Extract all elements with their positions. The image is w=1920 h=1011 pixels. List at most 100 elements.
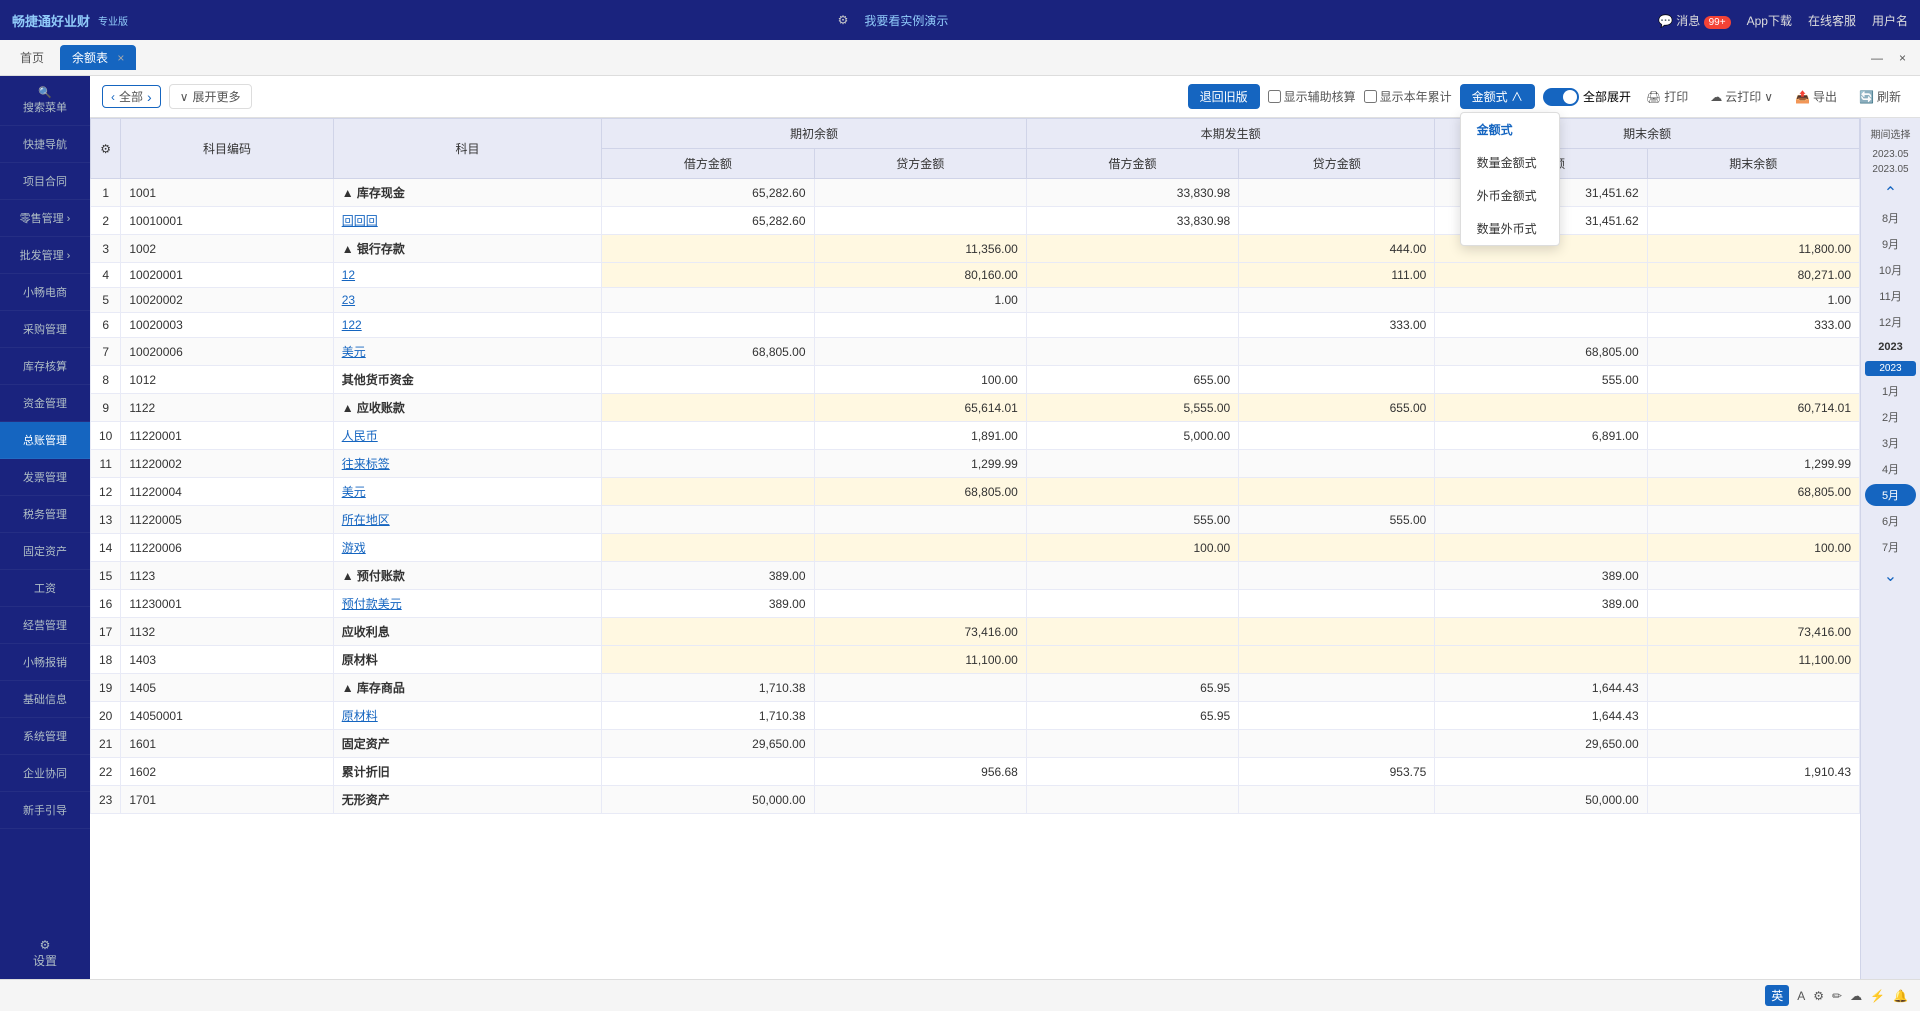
- sidebar-item-system[interactable]: 系统管理: [0, 718, 90, 755]
- row-name[interactable]: 原材料: [333, 646, 602, 674]
- table-row[interactable]: 19 1405 ▲ 库存商品 1,710.38 65.95 1,644.43: [91, 674, 1860, 702]
- print-button[interactable]: 🖨 打印: [1639, 84, 1695, 109]
- month-jun[interactable]: 6月: [1865, 510, 1916, 532]
- expand-more-button[interactable]: ∨ 展开更多: [169, 84, 252, 109]
- row-name[interactable]: ▲ 库存现金: [333, 179, 602, 207]
- sidebar-item-ledger[interactable]: 总账管理: [0, 422, 90, 459]
- sidebar-item-invoice[interactable]: 发票管理: [0, 459, 90, 496]
- row-name[interactable]: 无形资产: [333, 786, 602, 814]
- row-name[interactable]: 人民币: [333, 422, 602, 450]
- app-download-link[interactable]: App下载: [1747, 12, 1792, 29]
- bottom-icon-bell[interactable]: 🔔: [1893, 989, 1908, 1003]
- row-name[interactable]: 游戏: [333, 534, 602, 562]
- bottom-icon-edit[interactable]: ✏: [1832, 989, 1842, 1003]
- bottom-icon-settings[interactable]: ⚙: [1813, 989, 1824, 1003]
- search-forward-icon[interactable]: ›: [147, 89, 152, 105]
- row-name[interactable]: 累计折旧: [333, 758, 602, 786]
- sidebar-item-ecommerce[interactable]: 小畅电商: [0, 274, 90, 311]
- row-name[interactable]: ▲ 应收账款: [333, 394, 602, 422]
- table-row[interactable]: 20 14050001 原材料 1,710.38 65.95 1,644.43: [91, 702, 1860, 730]
- sidebar-item-funds[interactable]: 资金管理: [0, 385, 90, 422]
- sidebar-item-quicknav[interactable]: 快捷导航: [0, 126, 90, 163]
- sidebar-item-fixed-assets[interactable]: 固定资产: [0, 533, 90, 570]
- refresh-button[interactable]: 🔄 刷新: [1852, 84, 1908, 109]
- show-aux-checkbox[interactable]: 显示辅助核算: [1268, 88, 1356, 105]
- table-row[interactable]: 22 1602 累计折旧 956.68 953.75 1,910.43: [91, 758, 1860, 786]
- sidebar-item-payroll[interactable]: 工资: [0, 570, 90, 607]
- table-row[interactable]: 23 1701 无形资产 50,000.00 50,000.00: [91, 786, 1860, 814]
- bottom-icon-en[interactable]: 英: [1765, 985, 1789, 1006]
- table-row[interactable]: 16 11230001 预付款美元 389.00 389.00: [91, 590, 1860, 618]
- month-sep[interactable]: 9月: [1865, 233, 1916, 255]
- amount-style-button[interactable]: 金额式 ∧: [1460, 84, 1535, 109]
- sidebar-item-basic[interactable]: 基础信息: [0, 681, 90, 718]
- row-name[interactable]: 往来标签: [333, 450, 602, 478]
- table-row[interactable]: 2 10010001 回回回 65,282.60 33,830.98 31,45…: [91, 207, 1860, 235]
- demo-link[interactable]: 我要看实例演示: [864, 12, 948, 29]
- table-row[interactable]: 11 11220002 往来标签 1,299.99 1,299.99: [91, 450, 1860, 478]
- dropdown-item-qty-amount[interactable]: 数量金额式: [1461, 146, 1559, 179]
- table-row[interactable]: 17 1132 应收利息 73,416.00 73,416.00: [91, 618, 1860, 646]
- table-row[interactable]: 5 10020002 23 1.00 1.00: [91, 288, 1860, 313]
- table-row[interactable]: 9 1122 ▲ 应收账款 65,614.01 5,555.00 655.00 …: [91, 394, 1860, 422]
- show-year-total-checkbox[interactable]: 显示本年累计: [1364, 88, 1452, 105]
- dropdown-item-qty-foreign[interactable]: 数量外币式: [1461, 212, 1559, 245]
- table-row[interactable]: 21 1601 固定资产 29,650.00 29,650.00: [91, 730, 1860, 758]
- settings-icon[interactable]: ⚙: [838, 13, 849, 27]
- month-apr[interactable]: 4月: [1865, 458, 1916, 480]
- table-row[interactable]: 7 10020006 美元 68,805.00 68,805.00: [91, 338, 1860, 366]
- month-jul[interactable]: 7月: [1865, 536, 1916, 558]
- dropdown-item-foreign-amount[interactable]: 外币金额式: [1461, 179, 1559, 212]
- table-row[interactable]: 18 1403 原材料 11,100.00 11,100.00: [91, 646, 1860, 674]
- search-back-icon[interactable]: ‹: [111, 90, 115, 104]
- window-close-button[interactable]: ×: [1893, 49, 1912, 67]
- bottom-icon-bolt[interactable]: ⚡: [1870, 989, 1885, 1003]
- table-row[interactable]: 3 1002 ▲ 银行存款 11,356.00 444.00 11,800.00: [91, 235, 1860, 263]
- sidebar-item-operations[interactable]: 经营管理: [0, 607, 90, 644]
- month-jan[interactable]: 1月: [1865, 380, 1916, 402]
- row-name[interactable]: ▲ 库存商品: [333, 674, 602, 702]
- bottom-icon-cloud[interactable]: ☁: [1850, 989, 1862, 1003]
- month-dec[interactable]: 12月: [1865, 311, 1916, 333]
- sidebar-item-wholesale[interactable]: 批发管理 ›: [0, 237, 90, 274]
- show-year-input[interactable]: [1364, 90, 1377, 103]
- row-name[interactable]: 美元: [333, 338, 602, 366]
- sidebar-item-retail[interactable]: 零售管理 ›: [0, 200, 90, 237]
- table-row[interactable]: 4 10020001 12 80,160.00 111.00 80,271.00: [91, 263, 1860, 288]
- table-row[interactable]: 1 1001 ▲ 库存现金 65,282.60 33,830.98 31,451…: [91, 179, 1860, 207]
- month-mar[interactable]: 3月: [1865, 432, 1916, 454]
- month-aug[interactable]: 8月: [1865, 207, 1916, 229]
- table-row[interactable]: 8 1012 其他货币资金 100.00 655.00 555.00: [91, 366, 1860, 394]
- row-name[interactable]: 12: [333, 263, 602, 288]
- dropdown-item-amount[interactable]: 金额式: [1461, 113, 1559, 146]
- row-name[interactable]: 应收利息: [333, 618, 602, 646]
- table-row[interactable]: 10 11220001 人民币 1,891.00 5,000.00 6,891.…: [91, 422, 1860, 450]
- row-name[interactable]: 美元: [333, 478, 602, 506]
- tab-balance[interactable]: 余额表 ×: [60, 45, 136, 70]
- month-feb[interactable]: 2月: [1865, 406, 1916, 428]
- toggle-all-switch[interactable]: [1543, 88, 1579, 106]
- sidebar-item-search[interactable]: 🔍搜索菜单: [0, 76, 90, 126]
- username-label[interactable]: 用户名: [1872, 12, 1908, 29]
- row-name[interactable]: 122: [333, 313, 602, 338]
- row-name[interactable]: 预付款美元: [333, 590, 602, 618]
- sidebar-settings[interactable]: ⚙设置: [0, 928, 90, 979]
- scroll-up-icon[interactable]: ⌃: [1884, 183, 1897, 203]
- table-row[interactable]: 14 11220006 游戏 100.00 100.00: [91, 534, 1860, 562]
- sidebar-item-guide[interactable]: 新手引导: [0, 792, 90, 829]
- table-row[interactable]: 12 11220004 美元 68,805.00 68,805.00: [91, 478, 1860, 506]
- row-name[interactable]: 回回回: [333, 207, 602, 235]
- row-name[interactable]: 23: [333, 288, 602, 313]
- month-oct[interactable]: 10月: [1865, 259, 1916, 281]
- table-row[interactable]: 15 1123 ▲ 预付账款 389.00 389.00: [91, 562, 1860, 590]
- return-old-version-button[interactable]: 退回旧版: [1188, 84, 1260, 109]
- sidebar-item-collab[interactable]: 企业协同: [0, 755, 90, 792]
- month-may[interactable]: 5月: [1865, 484, 1916, 506]
- sidebar-item-expense[interactable]: 小畅报销: [0, 644, 90, 681]
- row-name[interactable]: 其他货币资金: [333, 366, 602, 394]
- row-name[interactable]: 原材料: [333, 702, 602, 730]
- cloud-print-button[interactable]: ☁ 云打印 ∨: [1703, 84, 1780, 109]
- row-name[interactable]: 所在地区: [333, 506, 602, 534]
- scroll-down-icon[interactable]: ⌄: [1884, 566, 1897, 586]
- sidebar-item-purchase[interactable]: 采购管理: [0, 311, 90, 348]
